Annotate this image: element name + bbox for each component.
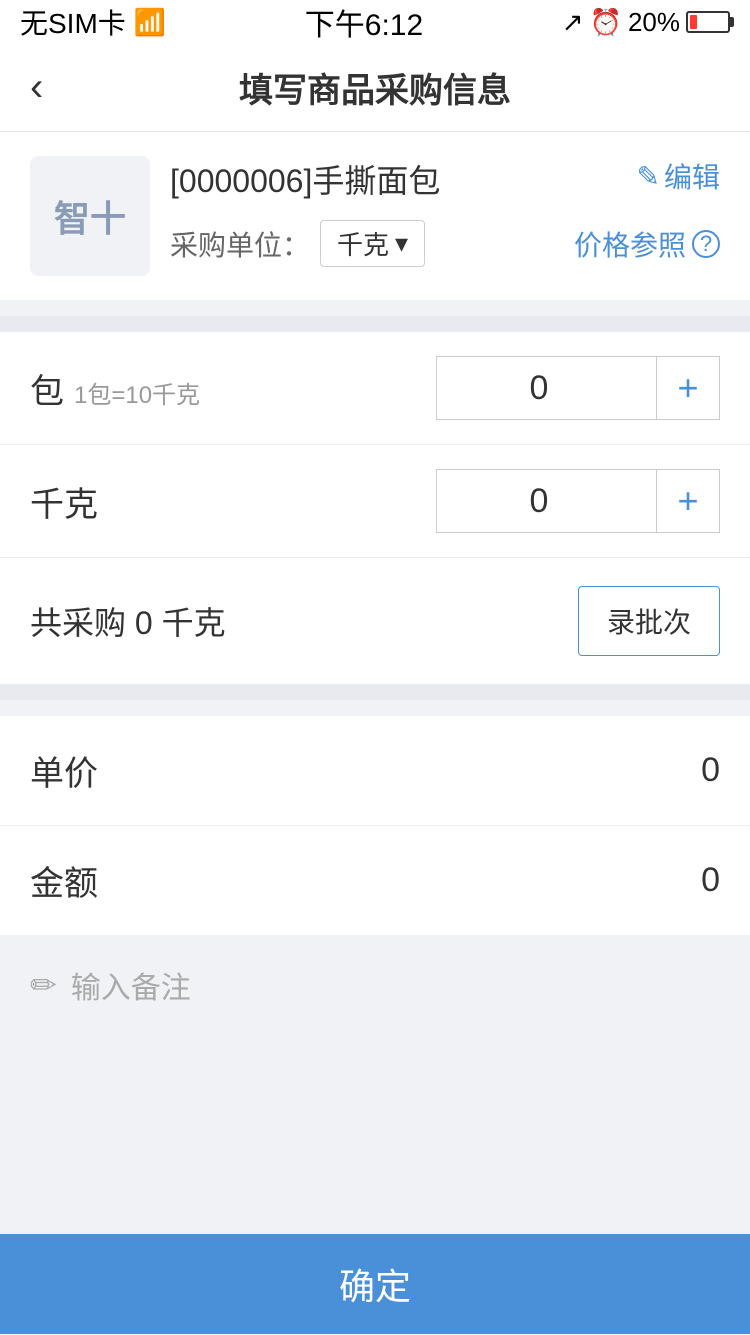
- alarm-icon: ⏰: [590, 7, 622, 38]
- confirm-label: 确定: [339, 1258, 411, 1310]
- status-bar: 无SIM卡 📶 下午6:12 ↗ ⏰ 20%: [0, 0, 750, 44]
- quantity-label-kg: 千克: [30, 477, 98, 526]
- status-right: ↗ ⏰ 20%: [562, 7, 730, 38]
- quantity-plus-bao[interactable]: +: [656, 356, 720, 420]
- total-value: 0: [135, 605, 153, 641]
- status-left: 无SIM卡 📶: [20, 2, 166, 42]
- quantity-label-bao: 包 1包=10千克: [30, 364, 200, 413]
- wifi-icon: 📶: [134, 7, 166, 38]
- price-section: 单价 0 金额 0: [0, 716, 750, 935]
- page-title: 填写商品采购信息: [239, 63, 511, 112]
- product-header: [0000006]手撕面包 ✎ 编辑: [170, 156, 720, 202]
- amount-value: 0: [701, 861, 720, 900]
- purchase-unit-row: 采购单位： 千克 ▾ 价格参照 ?: [170, 220, 720, 267]
- location-icon: ↗: [562, 7, 584, 38]
- nav-bar: ‹ 填写商品采购信息: [0, 44, 750, 132]
- status-time: 下午6:12: [305, 0, 423, 44]
- notes-placeholder: 输入备注: [71, 963, 191, 1007]
- total-row: 共采购 0 千克 录批次: [0, 558, 750, 684]
- carrier-label: 无SIM卡: [20, 2, 126, 42]
- product-section: 智十 [0000006]手撕面包 ✎ 编辑 采购单位： 千克 ▾ 价格参照 ?: [0, 132, 750, 300]
- total-unit: 千克: [162, 605, 226, 641]
- help-icon: ?: [692, 230, 720, 258]
- quantity-section: 包 1包=10千克 + 千克 +: [0, 332, 750, 558]
- quantity-input-kg[interactable]: [436, 469, 656, 533]
- notes-section[interactable]: ✏ 输入备注: [0, 935, 750, 1035]
- quantity-input-group-kg: +: [436, 469, 720, 533]
- unit-value: 千克: [337, 225, 389, 262]
- unit-price-label: 单价: [30, 746, 98, 795]
- price-ref-label: 价格参照: [574, 224, 686, 264]
- confirm-button[interactable]: 确定: [0, 1234, 750, 1334]
- amount-label: 金额: [30, 856, 98, 905]
- purchase-unit-label: 采购单位： 千克 ▾: [170, 220, 425, 267]
- quantity-row-kg: 千克 +: [0, 445, 750, 558]
- amount-row: 金额 0: [0, 826, 750, 935]
- quantity-sublabel-bao: 1包=10千克: [74, 375, 200, 410]
- unit-price-row: 单价 0: [0, 716, 750, 826]
- quantity-input-bao[interactable]: [436, 356, 656, 420]
- product-logo: 智十: [54, 190, 126, 242]
- dropdown-arrow-icon: ▾: [395, 228, 408, 259]
- back-button[interactable]: ‹: [30, 65, 43, 110]
- total-label: 共采购 0 千克: [30, 598, 226, 644]
- edit-icon: ✎: [637, 160, 660, 193]
- section-divider-2: [0, 684, 750, 700]
- battery-fill: [690, 15, 697, 29]
- edit-label: 编辑: [664, 156, 720, 196]
- edit-button[interactable]: ✎ 编辑: [637, 156, 720, 196]
- product-name: [0000006]手撕面包: [170, 156, 440, 202]
- quantity-input-group-bao: +: [436, 356, 720, 420]
- product-info: [0000006]手撕面包 ✎ 编辑 采购单位： 千克 ▾ 价格参照 ?: [170, 156, 720, 267]
- unit-dropdown[interactable]: 千克 ▾: [320, 220, 425, 267]
- product-image: 智十: [30, 156, 150, 276]
- unit-price-value: 0: [701, 751, 720, 790]
- battery-icon: [686, 11, 730, 33]
- quantity-row-bao: 包 1包=10千克 +: [0, 332, 750, 445]
- pencil-icon: ✏: [30, 966, 57, 1004]
- battery-percentage: 20%: [628, 7, 680, 38]
- section-divider-1: [0, 316, 750, 332]
- record-batch-button[interactable]: 录批次: [578, 586, 720, 656]
- price-ref-button[interactable]: 价格参照 ?: [574, 224, 720, 264]
- quantity-plus-kg[interactable]: +: [656, 469, 720, 533]
